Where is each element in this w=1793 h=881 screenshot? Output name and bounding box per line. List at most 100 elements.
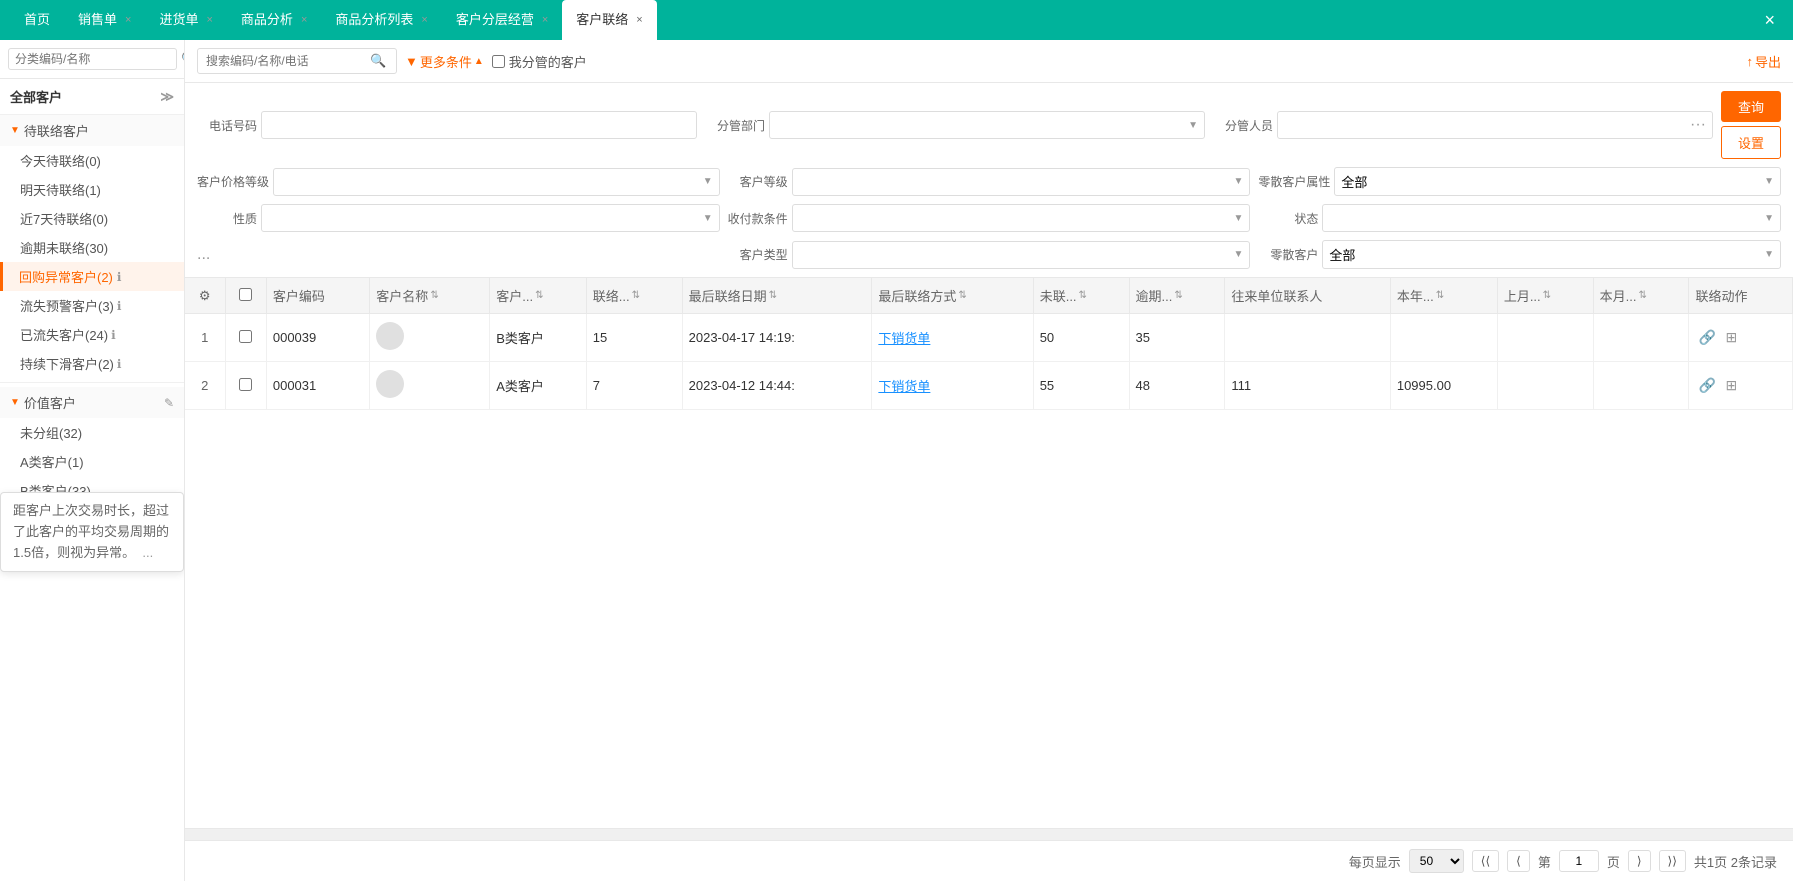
prev-page-button[interactable]: ⟨ [1507, 850, 1530, 872]
th-last-method-sort[interactable]: ⇅ [958, 290, 966, 301]
window-close-button[interactable]: × [1756, 10, 1783, 31]
overdue-pending-label: 逾期未联络(30) [20, 238, 108, 257]
sidebar-a-class[interactable]: A类客户(1) [0, 447, 184, 476]
sidebar-ungroup[interactable]: 未分组(32) [0, 418, 184, 447]
nav-customer-contact-close[interactable]: × [636, 0, 642, 40]
manager-dots[interactable]: ··· [1690, 116, 1706, 134]
th-this-month-sort[interactable]: ⇅ [1638, 290, 1646, 301]
set-button[interactable]: 设置 [1721, 126, 1781, 159]
manager-select[interactable]: ··· [1277, 111, 1713, 139]
status-filter: 状态 ▼ [1258, 204, 1781, 232]
th-contact-count-sort[interactable]: ⇅ [632, 290, 640, 301]
nav-product-list-close[interactable]: × [421, 0, 427, 40]
row2-checkbox-cell[interactable] [225, 362, 266, 410]
page-number-input[interactable] [1559, 850, 1599, 872]
th-name-label: 客户名称 [376, 286, 428, 305]
row1-checkbox-cell[interactable] [225, 314, 266, 362]
nav-purchase[interactable]: 进货单 × [145, 0, 226, 40]
row2-last-method[interactable]: 下销货单 [872, 362, 1033, 410]
th-last-month-sort[interactable]: ⇅ [1543, 290, 1551, 301]
table-row: 1 000039 B类客户 15 2023-04-17 14:19: 下销货单 [185, 314, 1793, 362]
nav-customer-contact[interactable]: 客户联络 × [562, 0, 656, 40]
customer-type-select[interactable]: ▼ [792, 241, 1251, 269]
th-settings[interactable]: ⚙ [185, 278, 225, 314]
row2-menu-icon[interactable]: ⊞ [1726, 377, 1738, 393]
filter-row-3: 性质 ▼ 收付款条件 ▼ 状态 ▼ [197, 204, 1781, 232]
query-button[interactable]: 查询 [1721, 91, 1781, 122]
retail-attr-select[interactable]: 全部 ▼ [1334, 167, 1781, 196]
sidebar-search-bar: 🔍 [0, 40, 184, 79]
sidebar-search-input[interactable] [8, 48, 177, 70]
value-customer-edit-icon[interactable]: ✎ [164, 396, 174, 410]
sidebar-week-pending[interactable]: 近7天待联络(0) [0, 204, 184, 233]
retail-customer-value: 全部 [1329, 245, 1355, 264]
search-input[interactable] [206, 54, 366, 68]
declining-info-icon[interactable]: ℹ [117, 357, 122, 371]
sidebar-repurchase-abnormal[interactable]: 回购异常客户(2) ℹ [0, 262, 184, 291]
th-last-date: 最后联络日期⇅ [682, 278, 872, 314]
th-name-sort[interactable]: ⇅ [430, 290, 438, 301]
sidebar-lost-customers[interactable]: 已流失客户(24) ℹ [0, 320, 184, 349]
row1-view-icon[interactable]: 🔗 [1698, 329, 1715, 345]
customer-level-select[interactable]: ▼ [792, 168, 1251, 196]
nav-purchase-close[interactable]: × [206, 0, 212, 40]
retail-customer-select[interactable]: 全部 ▼ [1322, 240, 1781, 269]
value-customer-title[interactable]: ▼ 价值客户 ✎ [0, 387, 184, 418]
phone-input[interactable] [261, 111, 697, 139]
row1-menu-icon[interactable]: ⊞ [1726, 329, 1738, 345]
dept-select[interactable]: ▼ [769, 111, 1205, 139]
my-customers-toggle[interactable]: 我分管的客户 [492, 52, 587, 71]
sidebar-declining-customers[interactable]: 持续下滑客户(2) ℹ [0, 349, 184, 378]
select-all-checkbox[interactable] [239, 288, 252, 301]
nav-sales-close[interactable]: × [125, 0, 131, 40]
lost-preview-info-icon[interactable]: ℹ [117, 299, 122, 313]
table-header-row: ⚙ 客户编码 客户名称⇅ 客户...⇅ [185, 278, 1793, 314]
price-level-select[interactable]: ▼ [273, 168, 720, 196]
sidebar-today-pending[interactable]: 今天待联络(0) [0, 146, 184, 175]
th-last-method-label: 最后联络方式 [878, 286, 956, 305]
th-checkbox[interactable] [225, 278, 266, 314]
payment-select[interactable]: ▼ [792, 204, 1251, 232]
row2-view-icon[interactable]: 🔗 [1698, 377, 1715, 393]
row1-last-method[interactable]: 下销货单 [872, 314, 1033, 362]
first-page-button[interactable]: ⟨⟨ [1472, 850, 1499, 872]
nav-product-list[interactable]: 商品分析列表 × [321, 0, 441, 40]
th-uncontacted-sort[interactable]: ⇅ [1079, 290, 1087, 301]
pending-contact-title[interactable]: ▼ 待联络客户 [0, 115, 184, 146]
more-dots[interactable]: ... [197, 246, 210, 264]
collapse-icon[interactable]: ≫ [160, 89, 174, 105]
gender-select[interactable]: ▼ [261, 204, 720, 232]
row2-last-method-link[interactable]: 下销货单 [878, 379, 930, 394]
last-page-button[interactable]: ⟩⟩ [1659, 850, 1686, 872]
next-page-button[interactable]: ⟩ [1628, 850, 1651, 872]
th-overdue-sort[interactable]: ⇅ [1174, 290, 1182, 301]
row2-checkbox[interactable] [239, 378, 252, 391]
row1-last-method-link[interactable]: 下销货单 [878, 331, 930, 346]
nav-home[interactable]: 首页 [10, 0, 64, 40]
my-customers-checkbox[interactable] [492, 55, 505, 68]
horizontal-scrollbar[interactable] [185, 828, 1793, 840]
sidebar-tomorrow-pending[interactable]: 明天待联络(1) [0, 175, 184, 204]
a-class-label: A类客户(1) [20, 452, 84, 471]
th-this-year-sort[interactable]: ⇅ [1436, 290, 1444, 301]
row1-checkbox[interactable] [239, 330, 252, 343]
sidebar-lost-preview[interactable]: 流失预警客户(3) ℹ [0, 291, 184, 320]
nav-product-analysis-close[interactable]: × [301, 0, 307, 40]
page-size-select[interactable]: 50 100 200 [1409, 849, 1464, 873]
export-button[interactable]: ↑ 导出 [1746, 52, 1781, 71]
nav-customer-tier[interactable]: 客户分层经营 × [442, 0, 562, 40]
search-icon[interactable]: 🔍 [370, 53, 386, 69]
th-contact-count: 联络...⇅ [586, 278, 682, 314]
th-level-sort[interactable]: ⇅ [535, 290, 543, 301]
nav-sales[interactable]: 销售单 × [64, 0, 145, 40]
repurchase-info-icon[interactable]: ℹ [117, 270, 122, 284]
nav-customer-tier-close[interactable]: × [542, 0, 548, 40]
sidebar-overdue-pending[interactable]: 逾期未联络(30) [0, 233, 184, 262]
column-settings-icon[interactable]: ⚙ [199, 288, 211, 303]
lost-info-icon[interactable]: ℹ [111, 328, 116, 342]
th-last-date-sort[interactable]: ⇅ [769, 290, 777, 301]
more-conditions-button[interactable]: ▼ 更多条件 ▲ [405, 52, 484, 71]
export-label: 导出 [1755, 52, 1781, 71]
status-select[interactable]: ▼ [1322, 204, 1781, 232]
nav-product-analysis[interactable]: 商品分析 × [227, 0, 321, 40]
